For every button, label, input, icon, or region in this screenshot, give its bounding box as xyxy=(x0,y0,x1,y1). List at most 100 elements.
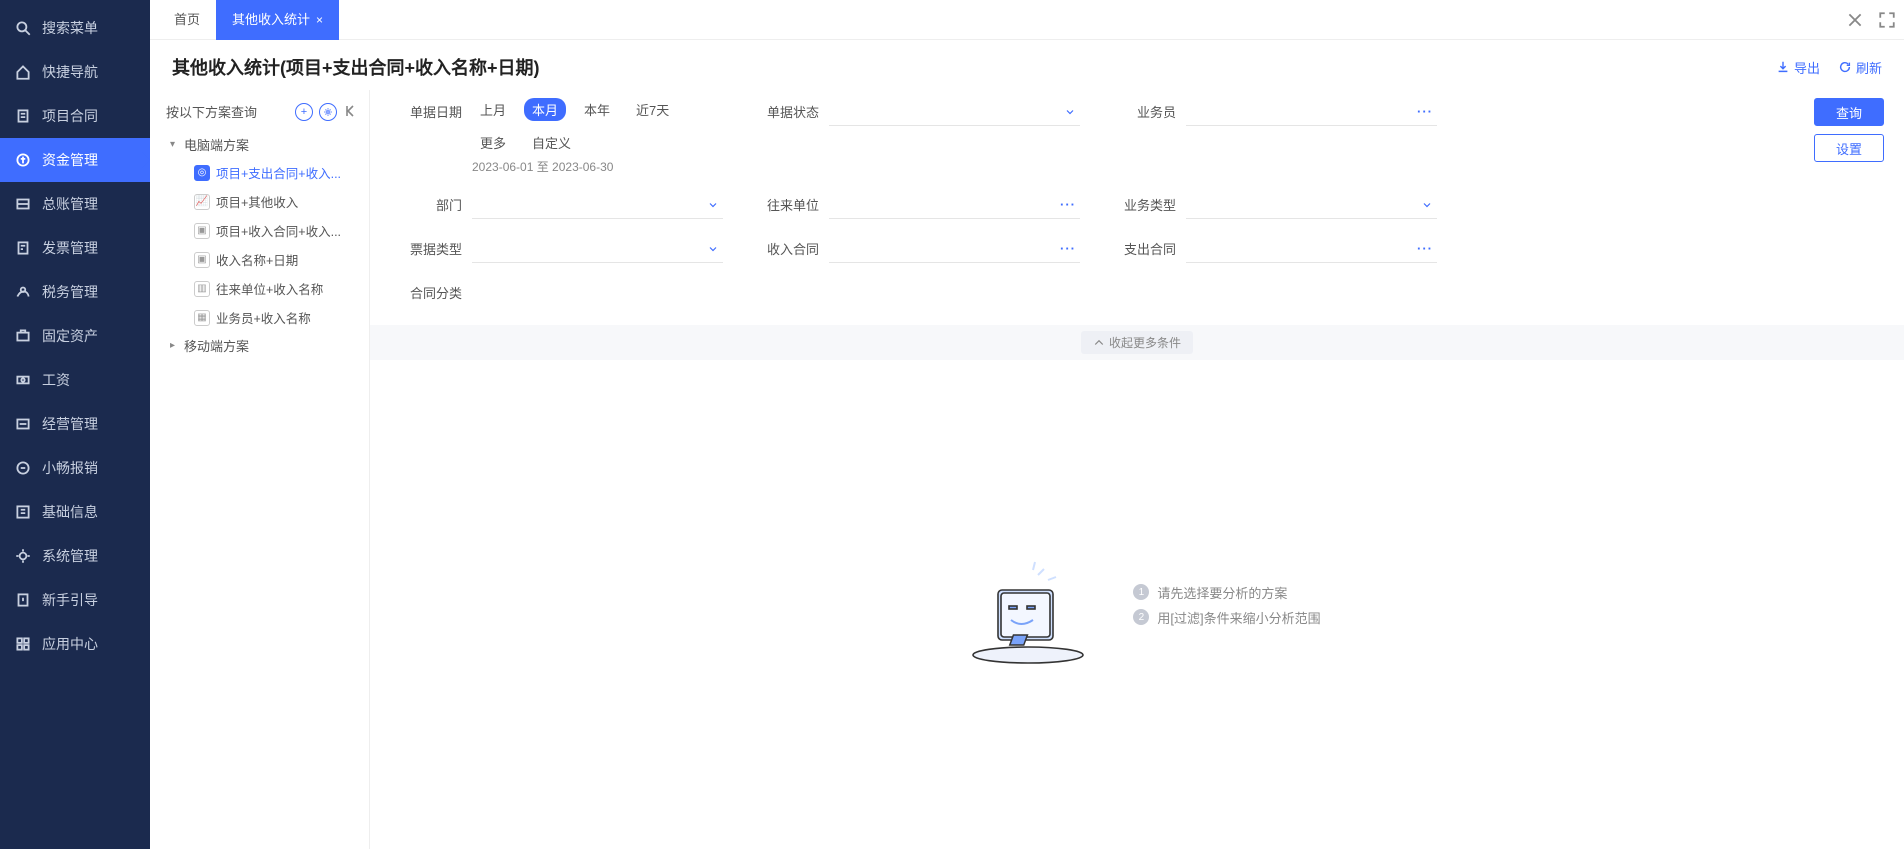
add-scheme-icon[interactable]: + xyxy=(295,103,313,121)
manage-scheme-icon[interactable] xyxy=(319,103,337,121)
tree-leaf-label: 往来单位+收入名称 xyxy=(216,279,323,298)
select-input[interactable] xyxy=(472,235,723,263)
filter-label: 业务类型 xyxy=(1104,191,1176,214)
filter-label: 票据类型 xyxy=(390,235,462,258)
tree-leaf-label: 项目+支出合同+收入... xyxy=(216,163,341,182)
filter-label: 业务员 xyxy=(1104,98,1176,121)
settings-button[interactable]: 设置 xyxy=(1814,134,1884,162)
sidebar-item-invoice[interactable]: 发票管理 xyxy=(0,226,150,270)
sidebar-item-label: 发票管理 xyxy=(42,238,98,258)
sidebar-item-system[interactable]: 系统管理 xyxy=(0,534,150,578)
sidebar-item-info[interactable]: 基础信息 xyxy=(0,490,150,534)
filter-label: 合同分类 xyxy=(390,279,462,302)
refresh-button[interactable]: 刷新 xyxy=(1838,58,1882,77)
date-chip[interactable]: 自定义 xyxy=(524,131,579,154)
tab[interactable]: 其他收入统计× xyxy=(216,0,339,40)
tab[interactable]: 首页 xyxy=(158,0,216,40)
tree-leaf-label: 项目+其他收入 xyxy=(216,192,298,211)
sidebar-item-label: 总账管理 xyxy=(42,194,98,214)
collapse-filters-bar[interactable]: 收起更多条件 xyxy=(370,325,1904,360)
tree-leaf-label: 业务员+收入名称 xyxy=(216,308,311,327)
export-button[interactable]: 导出 xyxy=(1776,58,1820,77)
collapse-panel-icon[interactable] xyxy=(343,103,359,119)
lookup-input[interactable]: ··· xyxy=(829,191,1080,219)
page-title: 其他收入统计(项目+支出合同+收入名称+日期) xyxy=(172,54,540,80)
tab-label: 首页 xyxy=(174,12,200,27)
tree-leaf[interactable]: 📈项目+其他收入 xyxy=(176,187,363,216)
sidebar-item-label: 项目合同 xyxy=(42,106,98,126)
filter-contract-category: 合同分类 xyxy=(390,279,723,307)
sidebar-item-tax[interactable]: 税务管理 xyxy=(0,270,150,314)
empty-state: 1 请先选择要分析的方案 2 用[过滤]条件来缩小分析范围 xyxy=(370,360,1904,849)
sidebar-item-label: 系统管理 xyxy=(42,546,98,566)
tree-leaf[interactable]: ◎ 项目+支出合同+收入... xyxy=(176,158,363,187)
empty-step-1: 请先选择要分析的方案 xyxy=(1157,583,1287,602)
sidebar-item-doc[interactable]: 项目合同 xyxy=(0,94,150,138)
sidebar-item-label: 搜索菜单 xyxy=(42,18,98,38)
sidebar-item-label: 经营管理 xyxy=(42,414,98,434)
tree-group[interactable]: ▾ 电脑端方案 xyxy=(162,131,363,158)
sidebar-item-label: 工资 xyxy=(42,370,70,390)
sidebar-item-label: 快捷导航 xyxy=(42,62,98,82)
tree-leaf[interactable]: ▦业务员+收入名称 xyxy=(176,303,363,332)
tree-group[interactable]: ▸移动端方案 xyxy=(162,332,363,359)
date-chip[interactable]: 上月 xyxy=(472,98,514,121)
scheme-panel: 按以下方案查询 + ▾ 电脑端方案 ◎ 项目+支出合同+收入... 📈项目+其他收入▣项… xyxy=(150,90,370,849)
filter-status: 单据状态 xyxy=(747,98,1080,175)
step-1-badge: 1 xyxy=(1133,584,1149,600)
sidebar-item-biz[interactable]: 经营管理 xyxy=(0,402,150,446)
filter-label: 支出合同 xyxy=(1104,235,1176,258)
sidebar-item-reimburse[interactable]: 小畅报销 xyxy=(0,446,150,490)
select-input[interactable] xyxy=(1186,191,1437,219)
chevron-icon: ▸ xyxy=(170,340,180,351)
fullscreen-icon[interactable] xyxy=(1878,11,1896,29)
filter-label: 单据状态 xyxy=(747,98,819,121)
select-input[interactable] xyxy=(829,98,1080,126)
sidebar-item-ledger[interactable]: 总账管理 xyxy=(0,182,150,226)
sidebar-item-asset[interactable]: 固定资产 xyxy=(0,314,150,358)
tree-leaf[interactable]: ▣项目+收入合同+收入... xyxy=(176,216,363,245)
select-input[interactable] xyxy=(472,191,723,219)
filter-label: 单据日期 xyxy=(390,98,462,121)
tree-group-label: 电脑端方案 xyxy=(184,135,249,154)
sidebar-item-search[interactable]: 搜索菜单 xyxy=(0,6,150,50)
tree-leaf[interactable]: ▥ 往来单位+收入名称 xyxy=(176,274,363,303)
filter-salesman: 业务员 ··· xyxy=(1104,98,1437,175)
filter-and-result: 单据日期上月本月本年近7天更多自定义2023-06-01 至 2023-06-3… xyxy=(370,90,1904,849)
filter-biz-type: 业务类型 xyxy=(1104,191,1437,219)
sidebar-item-label: 基础信息 xyxy=(42,502,98,522)
tree-leaf-label: 项目+收入合同+收入... xyxy=(216,221,341,240)
sidebar-item-salary[interactable]: 工资 xyxy=(0,358,150,402)
filter-label: 收入合同 xyxy=(747,235,819,258)
sidebar-item-money[interactable]: 资金管理 xyxy=(0,138,150,182)
date-chip[interactable]: 近7天 xyxy=(628,98,677,121)
bar-icon: ▥ xyxy=(194,281,210,297)
sidebar-item-apps[interactable]: 应用中心 xyxy=(0,622,150,666)
lookup-input[interactable]: ··· xyxy=(1186,98,1437,126)
sidebar-item-guide[interactable]: 新手引导 xyxy=(0,578,150,622)
date-chip[interactable]: 更多 xyxy=(472,131,514,154)
filter-income-contract: 收入合同 ··· xyxy=(747,235,1080,263)
sidebar-item-label: 资金管理 xyxy=(42,150,98,170)
tree-leaf[interactable]: ▣收入名称+日期 xyxy=(176,245,363,274)
sidebar-item-home[interactable]: 快捷导航 xyxy=(0,50,150,94)
filter-ticket-type: 票据类型 xyxy=(390,235,723,263)
date-chip[interactable]: 本年 xyxy=(576,98,618,121)
date-chip[interactable]: 本月 xyxy=(524,98,566,121)
main-area: 首页 其他收入统计× 其他收入统计(项目+支出合同+收入名称+日期) 导出 xyxy=(150,0,1904,849)
sidebar: 搜索菜单快捷导航项目合同资金管理总账管理发票管理税务管理固定资产工资经营管理小畅… xyxy=(0,0,150,849)
filter-date: 单据日期上月本月本年近7天更多自定义2023-06-01 至 2023-06-3… xyxy=(390,98,723,175)
tab-close-icon[interactable]: × xyxy=(316,13,323,27)
filter-label: 往来单位 xyxy=(747,191,819,214)
sidebar-item-label: 税务管理 xyxy=(42,282,98,302)
filter-expense-contract: 支出合同 ··· xyxy=(1104,235,1437,263)
chevron-icon: ▾ xyxy=(170,139,180,150)
close-icon[interactable] xyxy=(1846,11,1864,29)
target-icon: ◎ xyxy=(194,165,210,181)
query-button[interactable]: 查询 xyxy=(1814,98,1884,126)
scheme-panel-title: 按以下方案查询 xyxy=(166,102,257,121)
lookup-input[interactable]: ··· xyxy=(1186,235,1437,263)
tab-bar: 首页 其他收入统计× xyxy=(150,0,1904,40)
filter-partner: 往来单位 ··· xyxy=(747,191,1080,219)
lookup-input[interactable]: ··· xyxy=(829,235,1080,263)
